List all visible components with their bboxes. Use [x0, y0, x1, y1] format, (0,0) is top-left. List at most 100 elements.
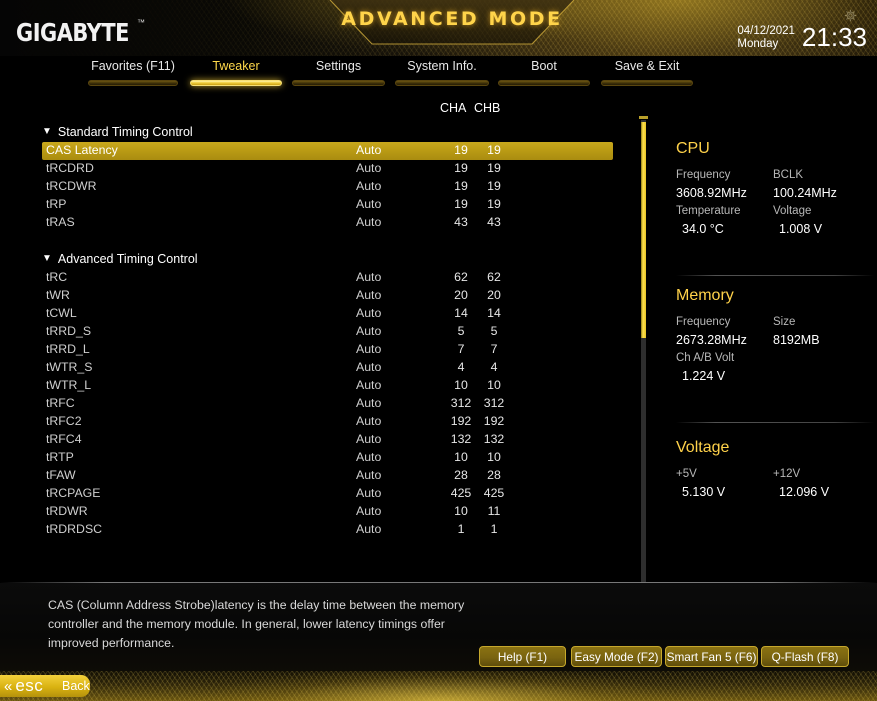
- gear-icon[interactable]: [844, 9, 857, 22]
- timing-row[interactable]: tRTP Auto 10 10: [42, 449, 613, 467]
- timing-chb-value: 312: [483, 396, 505, 410]
- timing-chb-value: 19: [487, 179, 501, 193]
- timing-name: tRFC2: [46, 414, 82, 428]
- timing-chb-value: 20: [487, 288, 501, 302]
- function-button-smart-fan-5-f6[interactable]: Smart Fan 5 (F6): [665, 646, 758, 667]
- sidebar-label-right: [773, 350, 870, 367]
- sidebar-value-right: 12.096 V: [779, 485, 830, 499]
- tab-settings[interactable]: Settings: [292, 58, 385, 86]
- timing-cha-value: 14: [454, 306, 468, 320]
- timing-row[interactable]: tRDRDSC Auto 1 1: [42, 521, 613, 539]
- timing-row[interactable]: tWTR_L Auto 10 10: [42, 377, 613, 395]
- scrollbar-cap-top: [639, 116, 648, 119]
- timing-chb-value: 192: [483, 414, 505, 428]
- timing-cha-value: 19: [454, 179, 468, 193]
- section-title-label: Standard Timing Control: [57, 125, 193, 139]
- timing-value: Auto: [356, 378, 382, 392]
- triangle-down-icon: ▼: [42, 253, 52, 264]
- timing-value: Auto: [356, 522, 382, 536]
- timing-name: tCWL: [46, 306, 77, 320]
- timing-chb-value: 7: [490, 342, 498, 356]
- date-text: 04/12/2021: [737, 24, 795, 37]
- timing-name: tRCDRD: [46, 161, 94, 175]
- sidebar-divider: [676, 275, 874, 276]
- timing-value: Auto: [356, 270, 382, 284]
- timing-cha-value: 192: [450, 414, 472, 428]
- sidebar-label-left: Temperature: [676, 205, 741, 217]
- timing-cha-value: 5: [457, 324, 465, 338]
- sidebar-value-right: [773, 367, 870, 386]
- sidebar-label-row: Frequency Size: [676, 314, 876, 331]
- timing-row[interactable]: tCWL Auto 14 14: [42, 305, 613, 323]
- sidebar-group-memory: Memory Frequency Size 2673.28MHz 8192MB Ch A/…: [676, 287, 876, 386]
- timing-cha-value: 10: [454, 450, 468, 464]
- timing-cha-value: 20: [454, 288, 468, 302]
- timing-row[interactable]: tRDWR Auto 10 11: [42, 503, 613, 521]
- channel-column-headers: CHA CHB: [0, 101, 877, 119]
- timing-cha-value: 7: [457, 342, 465, 356]
- section-title-label: Advanced Timing Control: [57, 252, 198, 266]
- sidebar-label-right: BCLK: [773, 169, 804, 181]
- timing-chb-value: 19: [487, 143, 501, 157]
- timing-row[interactable]: tRC Auto 62 62: [42, 269, 613, 287]
- timing-cha-value: 19: [454, 197, 468, 211]
- bios-screen: GIGABYTE ™ ADVANCED MODE 04/12/2021 Mond…: [0, 0, 877, 701]
- tab-underline: [190, 80, 282, 86]
- function-button-easy-mode-f2[interactable]: Easy Mode (F2): [571, 646, 662, 667]
- timing-cha-value: 132: [450, 432, 472, 446]
- timing-value: Auto: [356, 504, 382, 518]
- timing-row-selected[interactable]: CAS Latency Auto 19 19: [42, 142, 613, 160]
- timing-chb-value: 10: [487, 450, 501, 464]
- timing-row[interactable]: tRRD_S Auto 5 5: [42, 323, 613, 341]
- timing-row[interactable]: tRCDWR Auto 19 19: [42, 178, 613, 196]
- sidebar-value-right: 100.24MHz: [773, 186, 837, 200]
- section-header[interactable]: ▼ Advanced Timing Control: [42, 249, 636, 269]
- timing-row[interactable]: tRFC4 Auto 132 132: [42, 431, 613, 449]
- timing-row[interactable]: tWTR_S Auto 4 4: [42, 359, 613, 377]
- triangle-down-icon: ▼: [42, 126, 52, 137]
- list-scrollbar[interactable]: [639, 116, 648, 586]
- sidebar-value-left: 3608.92MHz: [676, 186, 747, 200]
- timing-row[interactable]: tWR Auto 20 20: [42, 287, 613, 305]
- date-time-display: 04/12/2021 Monday 21:33: [737, 22, 867, 53]
- timing-chb-value: 4: [490, 360, 498, 374]
- footer-bar: « esc Back: [0, 671, 877, 701]
- timing-value: Auto: [356, 468, 382, 482]
- timing-cha-value: 10: [454, 378, 468, 392]
- tab-system-info[interactable]: System Info.: [395, 58, 489, 86]
- timing-name: tRCPAGE: [46, 486, 101, 500]
- section-header[interactable]: ▼ Standard Timing Control: [42, 122, 636, 142]
- timing-value: Auto: [356, 450, 382, 464]
- timing-cha-value: 1: [457, 522, 465, 536]
- timing-value: Auto: [356, 432, 382, 446]
- timing-name: tRTP: [46, 450, 74, 464]
- sidebar-value-left: 1.224 V: [682, 369, 726, 383]
- timing-row[interactable]: tRFC2 Auto 192 192: [42, 413, 613, 431]
- function-button-help-f1[interactable]: Help (F1): [479, 646, 566, 667]
- sidebar-label-row: +5V +12V: [676, 466, 876, 483]
- timing-chb-value: 14: [487, 306, 501, 320]
- timing-row[interactable]: tRRD_L Auto 7 7: [42, 341, 613, 359]
- timing-name: tRC: [46, 270, 68, 284]
- timing-row[interactable]: tRAS Auto 43 43: [42, 214, 613, 232]
- timing-chb-value: 5: [490, 324, 498, 338]
- timing-row[interactable]: tRCDRD Auto 19 19: [42, 160, 613, 178]
- tab-tweaker[interactable]: Tweaker: [190, 58, 282, 86]
- timing-name: tRDWR: [46, 504, 88, 518]
- timing-row[interactable]: tFAW Auto 28 28: [42, 467, 613, 485]
- timing-chb-value: 28: [487, 468, 501, 482]
- sidebar-group-voltage: Voltage +5V +12V 5.130 V 12.096 V: [676, 439, 876, 502]
- tab-boot[interactable]: Boot: [498, 58, 590, 86]
- tab-favorites-f11[interactable]: Favorites (F11): [88, 58, 178, 86]
- timing-row[interactable]: tRP Auto 19 19: [42, 196, 613, 214]
- scrollbar-thumb[interactable]: [641, 122, 646, 338]
- timing-row[interactable]: tRCPAGE Auto 425 425: [42, 485, 613, 503]
- sidebar-value-row: 34.0 °C 1.008 V: [676, 220, 876, 239]
- timing-row[interactable]: tRFC Auto 312 312: [42, 395, 613, 413]
- sidebar-label-left: Frequency: [676, 169, 731, 181]
- timing-chb-value: 19: [487, 161, 501, 175]
- esc-label: esc: [15, 676, 44, 695]
- tab-save-exit[interactable]: Save & Exit: [601, 58, 693, 86]
- function-button-q-flash-f8[interactable]: Q-Flash (F8): [761, 646, 849, 667]
- timing-cha-value: 62: [454, 270, 468, 284]
